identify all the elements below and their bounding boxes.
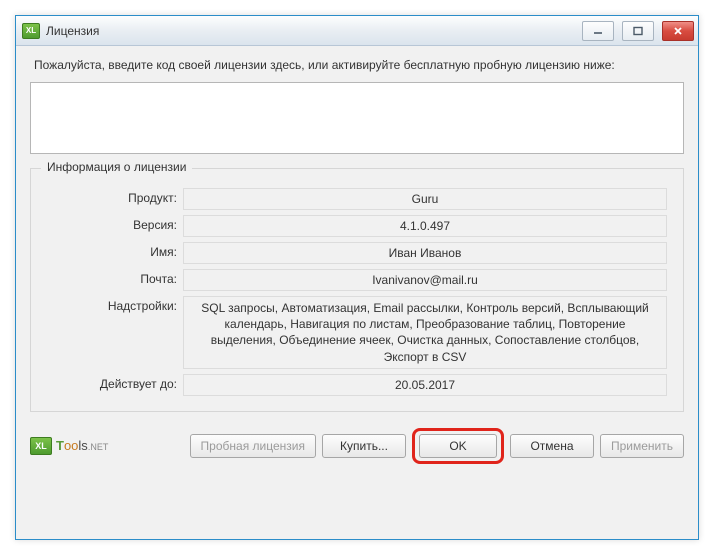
close-button[interactable]: [662, 21, 694, 41]
license-dialog-window: XL Лицензия Пожалуйста, введите код свое…: [15, 15, 699, 540]
minimize-button[interactable]: [582, 21, 614, 41]
ok-highlight-frame: OK: [412, 428, 504, 464]
xl-badge-icon: XL: [30, 437, 52, 455]
prompt-text: Пожалуйста, введите код своей лицензии з…: [30, 58, 684, 72]
xltools-logo: XL Tools.NET: [30, 437, 108, 455]
footer: XL Tools.NET Пробная лицензия Купить... …: [30, 422, 684, 464]
addins-value: SQL запросы, Автоматизация, Email рассыл…: [183, 296, 667, 369]
apply-button[interactable]: Применить: [600, 434, 684, 458]
maximize-button[interactable]: [622, 21, 654, 41]
titlebar: XL Лицензия: [16, 16, 698, 46]
cancel-button[interactable]: Отмена: [510, 434, 594, 458]
trial-license-button[interactable]: Пробная лицензия: [190, 434, 316, 458]
name-value: Иван Иванов: [183, 242, 667, 264]
license-info-group: Информация о лицензии Продукт: Guru Верс…: [30, 168, 684, 412]
client-area: Пожалуйста, введите код своей лицензии з…: [16, 46, 698, 539]
email-value: Ivanivanov@mail.ru: [183, 269, 667, 291]
product-label: Продукт:: [47, 188, 177, 205]
groupbox-legend: Информация о лицензии: [41, 160, 192, 174]
license-code-input[interactable]: [30, 82, 684, 154]
window-title: Лицензия: [46, 24, 99, 38]
product-value: Guru: [183, 188, 667, 210]
buy-button[interactable]: Купить...: [322, 434, 406, 458]
valid-until-label: Действует до:: [47, 374, 177, 391]
version-value: 4.1.0.497: [183, 215, 667, 237]
app-icon: XL: [22, 23, 40, 39]
version-label: Версия:: [47, 215, 177, 232]
email-label: Почта:: [47, 269, 177, 286]
name-label: Имя:: [47, 242, 177, 259]
ok-button[interactable]: OK: [419, 434, 497, 458]
addins-label: Надстройки:: [47, 296, 177, 313]
valid-until-value: 20.05.2017: [183, 374, 667, 396]
brand-text: Tools.NET: [56, 438, 108, 453]
